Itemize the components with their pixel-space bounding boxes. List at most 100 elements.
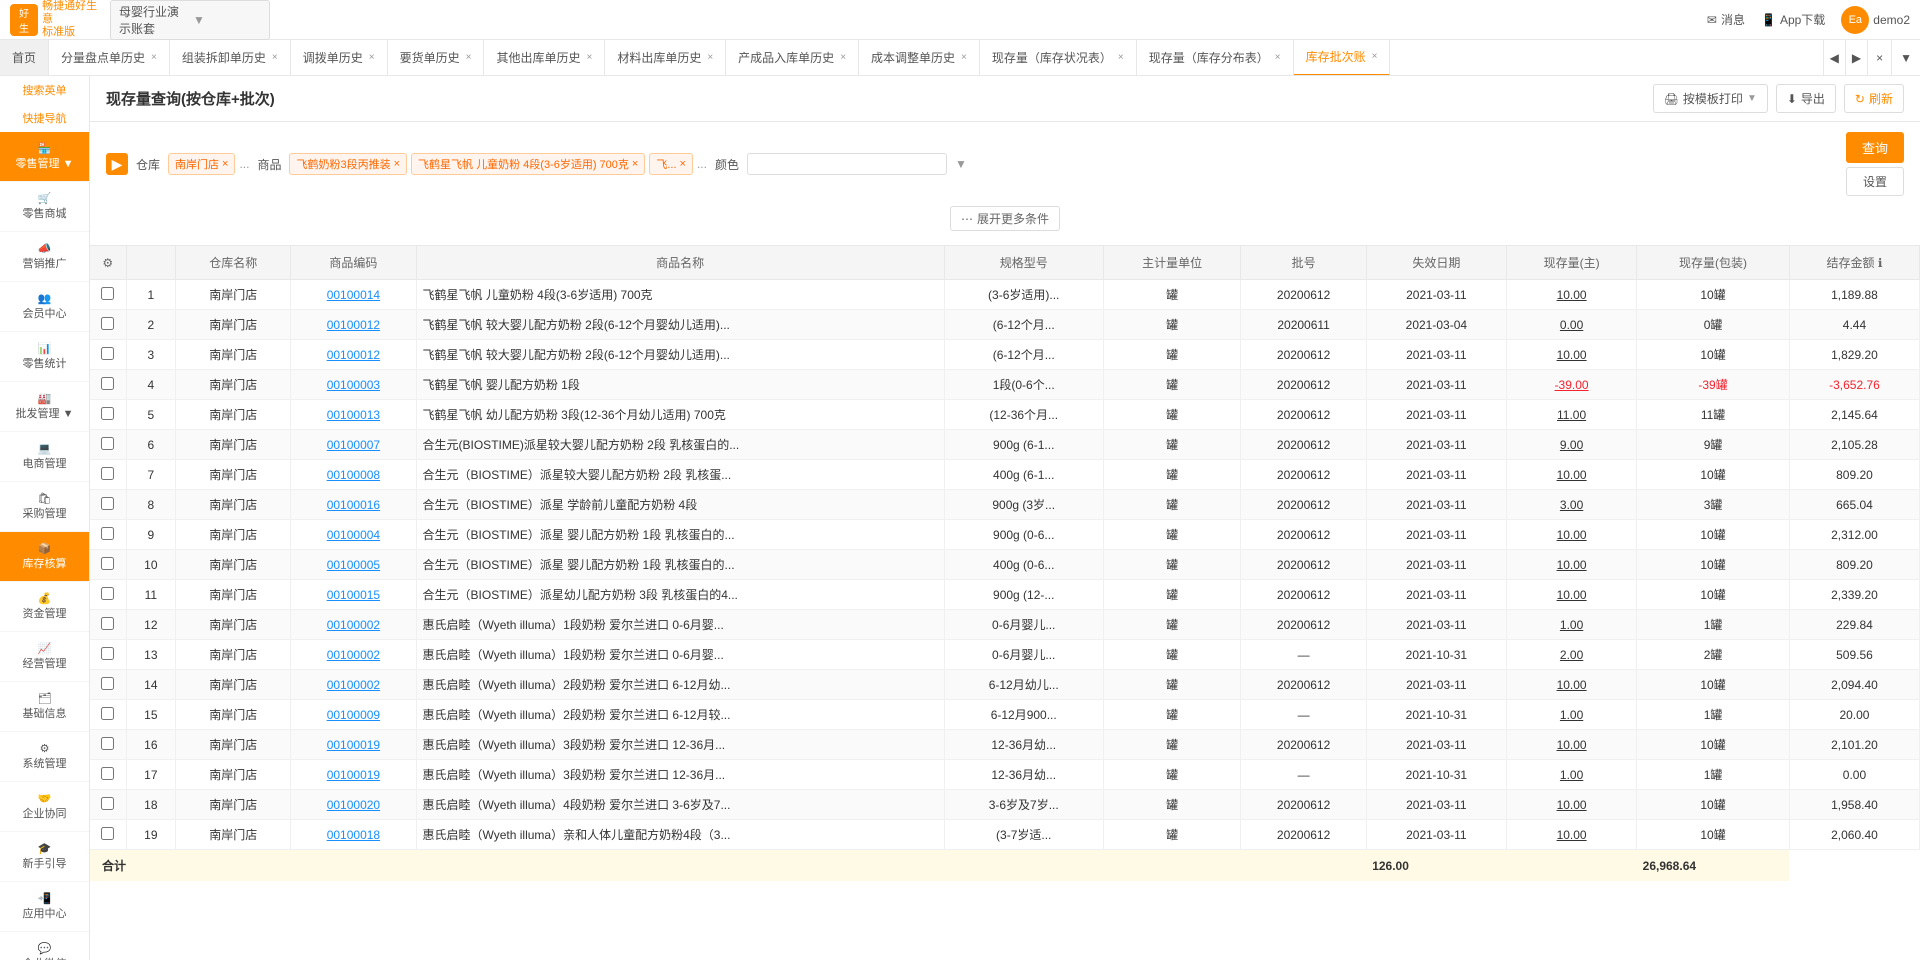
tab-close-icon[interactable]: × bbox=[840, 52, 846, 63]
row-checkbox[interactable] bbox=[90, 730, 126, 760]
row-checkbox[interactable] bbox=[90, 340, 126, 370]
row-qty-main[interactable]: 10.00 bbox=[1507, 460, 1637, 490]
tab-xiancun1[interactable]: 现存量（库存状况表） × bbox=[980, 40, 1137, 76]
export-btn[interactable]: ⬇ 导出 bbox=[1776, 84, 1836, 113]
row-qty-main[interactable]: 0.00 bbox=[1507, 310, 1637, 340]
row-checkbox[interactable] bbox=[90, 610, 126, 640]
row-code[interactable]: 00100009 bbox=[291, 700, 416, 730]
row-qty-main[interactable]: 10.00 bbox=[1507, 670, 1637, 700]
tab-close-icon[interactable]: × bbox=[151, 52, 157, 63]
tab-next-btn[interactable]: ▶ bbox=[1845, 40, 1867, 76]
row-checkbox[interactable] bbox=[90, 310, 126, 340]
row-qty-main[interactable]: 10.00 bbox=[1507, 820, 1637, 850]
expand-more-btn[interactable]: ⋯ 展开更多条件 bbox=[950, 206, 1060, 231]
sidebar-item-system[interactable]: ⚙ 系统管理 bbox=[0, 732, 89, 782]
col-settings[interactable]: ⚙ bbox=[90, 246, 126, 280]
color-dropdown-icon[interactable]: ▼ bbox=[955, 157, 967, 171]
row-qty-main[interactable]: 1.00 bbox=[1507, 760, 1637, 790]
row-code[interactable]: 00100007 bbox=[291, 430, 416, 460]
row-code[interactable]: 00100012 bbox=[291, 310, 416, 340]
row-checkbox[interactable] bbox=[90, 280, 126, 310]
row-code[interactable]: 00100015 bbox=[291, 580, 416, 610]
sidebar-item-ecommerce[interactable]: 💻 电商管理 bbox=[0, 432, 89, 482]
filter-expand-btn[interactable]: ▶ bbox=[106, 153, 128, 175]
row-qty-main[interactable]: 10.00 bbox=[1507, 340, 1637, 370]
tab-close-icon[interactable]: × bbox=[1275, 52, 1281, 63]
row-code[interactable]: 00100019 bbox=[291, 760, 416, 790]
row-checkbox[interactable] bbox=[90, 520, 126, 550]
product-dots[interactable]: ... bbox=[697, 157, 707, 171]
tab-close-icon[interactable]: × bbox=[466, 52, 472, 63]
tab-close-icon[interactable]: × bbox=[961, 52, 967, 63]
row-code[interactable]: 00100018 bbox=[291, 820, 416, 850]
sidebar-item-member[interactable]: 👥 会员中心 bbox=[0, 282, 89, 332]
row-qty-main[interactable]: 10.00 bbox=[1507, 520, 1637, 550]
row-qty-main[interactable]: 10.00 bbox=[1507, 550, 1637, 580]
row-checkbox[interactable] bbox=[90, 580, 126, 610]
remove-product-tag-more[interactable]: × bbox=[680, 158, 686, 170]
app-download-btn[interactable]: 📱 App下载 bbox=[1761, 11, 1825, 28]
row-code[interactable]: 00100002 bbox=[291, 670, 416, 700]
remove-warehouse-tag[interactable]: × bbox=[222, 158, 228, 170]
tab-xiancun2[interactable]: 现存量（库存分布表） × bbox=[1137, 40, 1294, 76]
row-qty-main[interactable]: 10.00 bbox=[1507, 790, 1637, 820]
sidebar-item-inventory[interactable]: 📦 库存核算 bbox=[0, 532, 89, 582]
messages-btn[interactable]: ✉ 消息 bbox=[1707, 11, 1745, 28]
remove-product-tag-2[interactable]: × bbox=[632, 158, 638, 170]
sidebar-item-wechat[interactable]: 💬 企业微信 bbox=[0, 932, 89, 960]
remove-product-tag-1[interactable]: × bbox=[394, 158, 400, 170]
row-code[interactable]: 00100002 bbox=[291, 610, 416, 640]
row-code[interactable]: 00100004 bbox=[291, 520, 416, 550]
row-checkbox[interactable] bbox=[90, 820, 126, 850]
tab-prev-btn[interactable]: ◀ bbox=[1823, 40, 1845, 76]
row-code[interactable]: 00100016 bbox=[291, 490, 416, 520]
tab-close-icon[interactable]: × bbox=[707, 52, 713, 63]
row-checkbox[interactable] bbox=[90, 760, 126, 790]
row-qty-main[interactable]: 10.00 bbox=[1507, 280, 1637, 310]
row-qty-main[interactable]: 1.00 bbox=[1507, 700, 1637, 730]
row-checkbox[interactable] bbox=[90, 400, 126, 430]
row-qty-main[interactable]: 10.00 bbox=[1507, 580, 1637, 610]
query-btn[interactable]: 查询 bbox=[1846, 132, 1904, 163]
tab-home[interactable]: 首页 bbox=[0, 40, 49, 76]
row-code[interactable]: 00100008 bbox=[291, 460, 416, 490]
template-print-btn[interactable]: 🖨 按模板打印 ▼ bbox=[1653, 84, 1768, 113]
tab-fenliangpan[interactable]: 分量盘点单历史 × bbox=[49, 40, 170, 76]
sidebar-item-wholesale[interactable]: 🏭 批发管理 ▼ bbox=[0, 382, 89, 432]
tab-yaohuo[interactable]: 要货单历史 × bbox=[388, 40, 485, 76]
sidebar-item-lingshell[interactable]: 🏪 零售管理 ▼ bbox=[0, 132, 89, 182]
tab-chengpin[interactable]: 产成品入库单历史 × bbox=[726, 40, 859, 76]
sidebar-search[interactable]: 搜索英单 bbox=[0, 76, 89, 104]
row-qty-main[interactable]: 9.00 bbox=[1507, 430, 1637, 460]
tab-chenben[interactable]: 成本调整单历史 × bbox=[859, 40, 980, 76]
row-code[interactable]: 00100020 bbox=[291, 790, 416, 820]
row-checkbox[interactable] bbox=[90, 640, 126, 670]
sidebar-item-purchase[interactable]: 🛍 采购管理 bbox=[0, 482, 89, 532]
tab-kucun-active[interactable]: 库存批次账 × bbox=[1294, 40, 1391, 76]
sidebar-item-appcenter[interactable]: 📲 应用中心 bbox=[0, 882, 89, 932]
row-qty-main[interactable]: 2.00 bbox=[1507, 640, 1637, 670]
row-qty-main[interactable]: 3.00 bbox=[1507, 490, 1637, 520]
tab-close-icon[interactable]: × bbox=[586, 52, 592, 63]
row-code[interactable]: 00100014 bbox=[291, 280, 416, 310]
row-qty-main[interactable]: 11.00 bbox=[1507, 400, 1637, 430]
sidebar-item-retail-stats[interactable]: 📊 零售统计 bbox=[0, 332, 89, 382]
row-checkbox[interactable] bbox=[90, 430, 126, 460]
sidebar-quicknav[interactable]: 快捷导航 bbox=[0, 104, 89, 132]
tab-zuzhuang[interactable]: 组装拆卸单历史 × bbox=[170, 40, 291, 76]
sidebar-item-mall[interactable]: 🛒 零售商城 bbox=[0, 182, 89, 232]
warehouse-dots[interactable]: ... bbox=[239, 157, 249, 171]
row-code[interactable]: 00100012 bbox=[291, 340, 416, 370]
row-checkbox[interactable] bbox=[90, 670, 126, 700]
row-checkbox[interactable] bbox=[90, 490, 126, 520]
tab-close-icon[interactable]: × bbox=[369, 52, 375, 63]
row-code[interactable]: 00100003 bbox=[291, 370, 416, 400]
tab-close-all-btn[interactable]: × bbox=[1867, 40, 1891, 76]
row-qty-main[interactable]: 1.00 bbox=[1507, 610, 1637, 640]
row-checkbox[interactable] bbox=[90, 370, 126, 400]
tab-diaob[interactable]: 调拨单历史 × bbox=[291, 40, 388, 76]
row-checkbox[interactable] bbox=[90, 790, 126, 820]
tab-close-icon[interactable]: × bbox=[1118, 52, 1124, 63]
sidebar-item-collab[interactable]: 🤝 企业协同 bbox=[0, 782, 89, 832]
row-qty-main[interactable]: -39.00 bbox=[1507, 370, 1637, 400]
